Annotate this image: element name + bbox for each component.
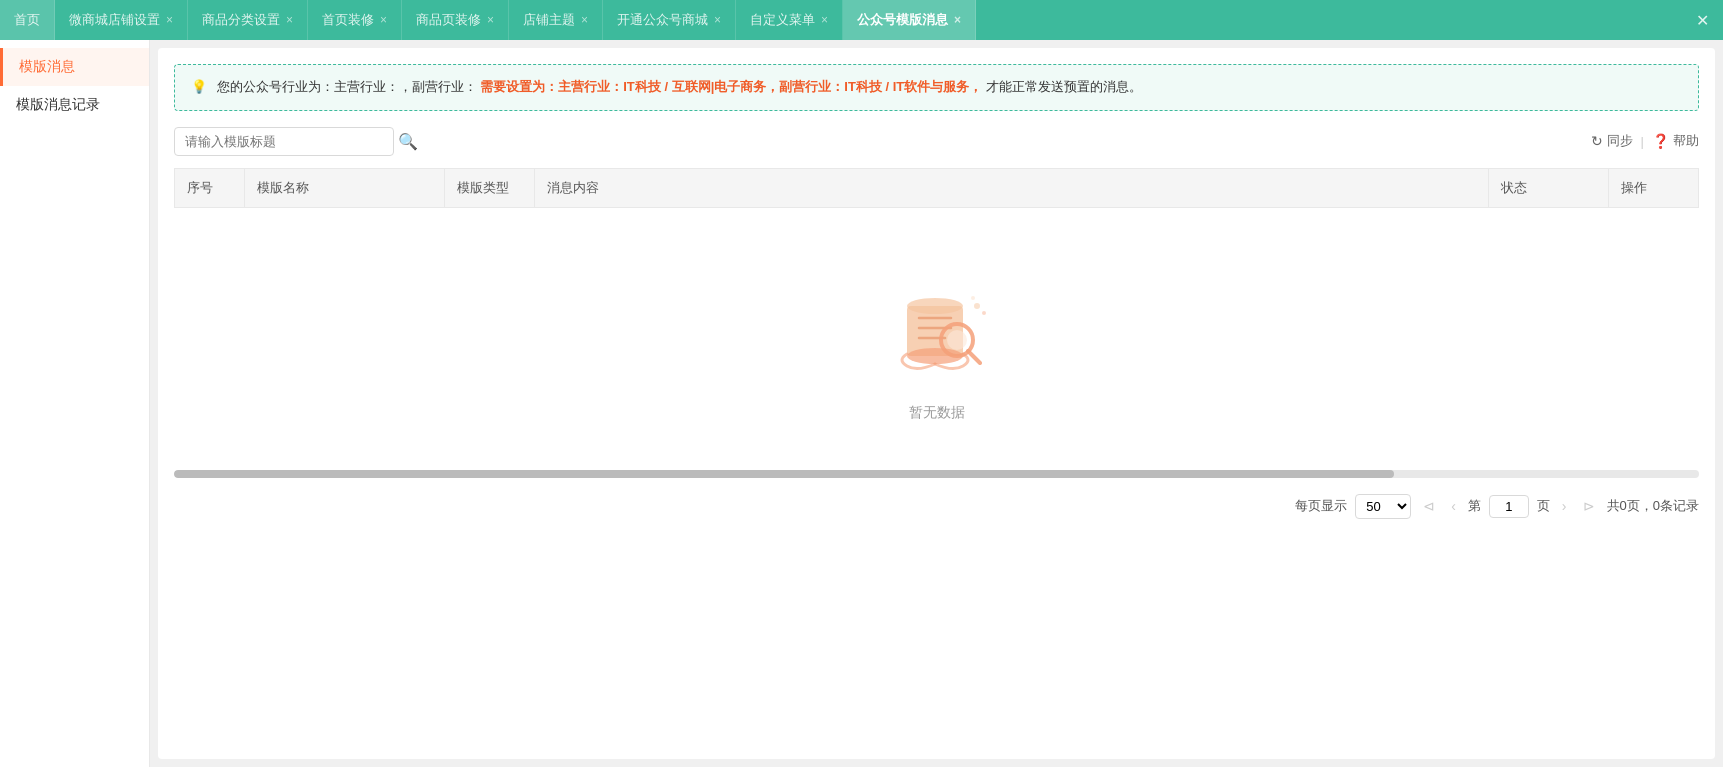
tab-category-settings[interactable]: 商品分类设置 × [188,0,308,40]
empty-text: 暂无数据 [909,404,965,422]
close-tab-store-theme[interactable]: × [581,13,588,27]
close-tab-open-wechat-mall[interactable]: × [714,13,721,27]
next-page-button[interactable]: › [1558,496,1571,516]
tab-custom-menu[interactable]: 自定义菜单 × [736,0,843,40]
col-header-action: 操作 [1609,168,1699,207]
prev-page-button[interactable]: ‹ [1447,496,1460,516]
col-header-content: 消息内容 [535,168,1489,207]
sidebar-item-template-message[interactable]: 模版消息 [0,48,149,86]
close-tab-category-settings[interactable]: × [286,13,293,27]
search-right: ↻ 同步 | ❓ 帮助 [1591,132,1699,150]
page-size-select[interactable]: 50 10 20 100 [1355,494,1411,519]
search-input[interactable] [174,127,394,156]
empty-state: 暂无数据 [175,208,1699,462]
divider: | [1641,134,1644,149]
help-button[interactable]: ❓ 帮助 [1652,132,1699,150]
svg-point-11 [971,296,975,300]
first-page-button[interactable]: ⊲ [1419,496,1439,516]
col-header-seq: 序号 [175,168,245,207]
content-area: 💡 您的公众号行业为：主营行业：，副营行业： 需要设置为：主营行业：IT科技 /… [158,48,1715,759]
close-tab-template-message[interactable]: × [954,13,961,27]
search-bar: 🔍 ↻ 同步 | ❓ 帮助 [174,127,1699,156]
sidebar-item-template-message-log[interactable]: 模版消息记录 [0,86,149,124]
col-header-type: 模版类型 [445,168,535,207]
sidebar: 模版消息 模版消息记录 [0,40,150,767]
last-page-button[interactable]: ⊳ [1579,496,1599,516]
tab-template-message[interactable]: 公众号模版消息 × [843,0,976,40]
page-size-label: 每页显示 [1295,497,1347,515]
page-label: 页 [1537,497,1550,515]
main-layout: 模版消息 模版消息记录 💡 您的公众号行业为：主营行业：，副营行业： 需要设置为… [0,40,1723,767]
sync-button[interactable]: ↻ 同步 [1591,132,1633,150]
close-tab-custom-menu[interactable]: × [821,13,828,27]
close-tab-shop-settings[interactable]: × [166,13,173,27]
tab-home[interactable]: 首页 [0,0,55,40]
data-table: 序号 模版名称 模版类型 消息内容 状态 操作 [174,168,1699,462]
pagination: 每页显示 50 10 20 100 ⊲ ‹ 第 页 › ⊳ 共0页，0条记录 [174,486,1699,527]
horizontal-scrollbar[interactable] [174,470,1699,478]
search-left: 🔍 [174,127,418,156]
tab-shop-settings[interactable]: 微商城店铺设置 × [55,0,188,40]
close-tab-product-decoration[interactable]: × [487,13,494,27]
help-icon: ❓ [1652,133,1669,149]
tab-open-wechat-mall[interactable]: 开通公众号商城 × [603,0,736,40]
search-icon: 🔍 [398,133,418,150]
col-header-status: 状态 [1489,168,1609,207]
page-total: 共0页，0条记录 [1607,497,1699,515]
svg-line-8 [968,351,980,363]
scroll-thumb[interactable] [174,470,1394,478]
tab-store-theme[interactable]: 店铺主题 × [509,0,603,40]
col-header-name: 模版名称 [245,168,445,207]
close-tab-home-decoration[interactable]: × [380,13,387,27]
close-all-tabs[interactable]: ✕ [1682,11,1723,30]
svg-point-10 [982,311,986,315]
svg-point-9 [974,303,980,309]
page-number-input[interactable] [1489,495,1529,518]
tab-product-decoration[interactable]: 商品页装修 × [402,0,509,40]
top-nav: 首页 微商城店铺设置 × 商品分类设置 × 首页装修 × 商品页装修 × 店铺主… [0,0,1723,40]
notice-box: 💡 您的公众号行业为：主营行业：，副营行业： 需要设置为：主营行业：IT科技 /… [174,64,1699,111]
sync-icon: ↻ [1591,133,1603,149]
page-prefix: 第 [1468,497,1481,515]
empty-illustration [877,268,997,388]
search-button[interactable]: 🔍 [398,132,418,151]
tab-home-decoration[interactable]: 首页装修 × [308,0,402,40]
svg-point-7 [947,330,967,350]
notice-icon: 💡 [191,79,207,94]
